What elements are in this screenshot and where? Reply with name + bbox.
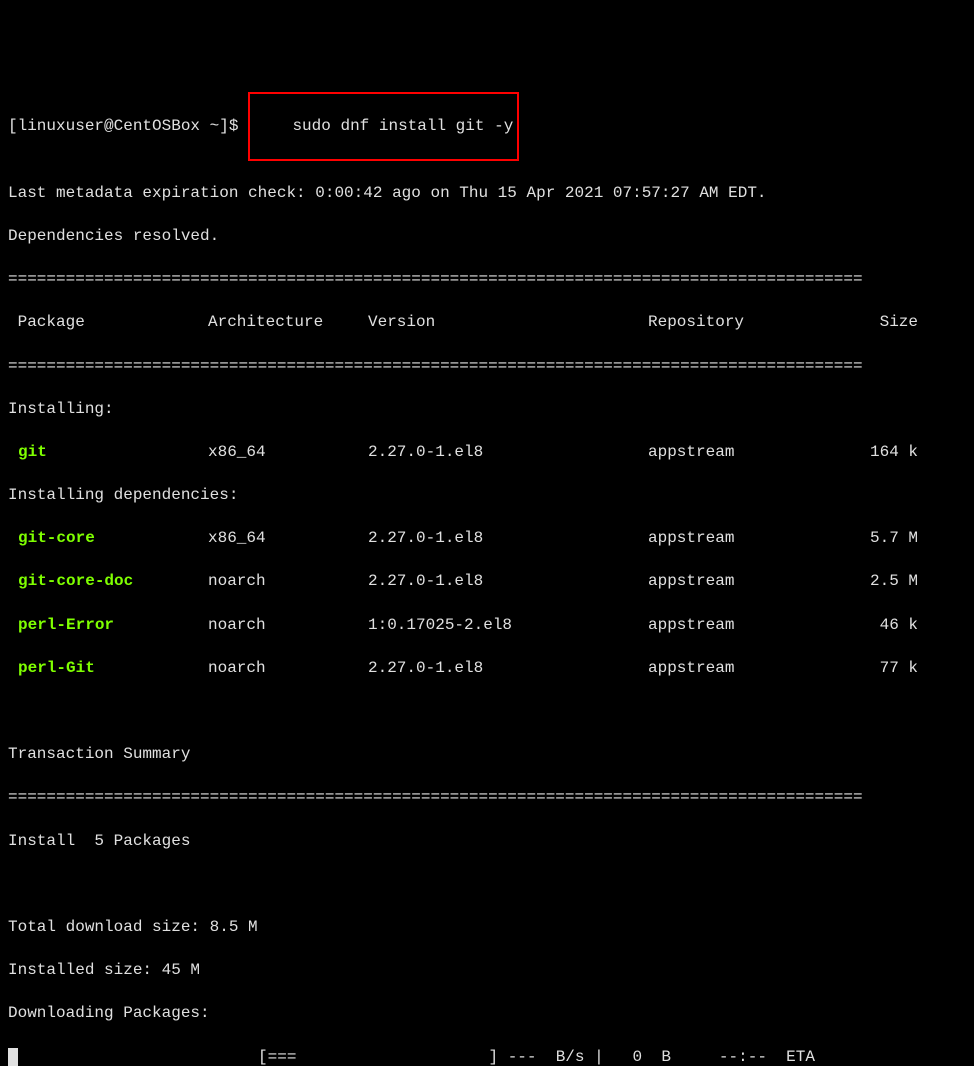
divider-summary: ========================================… [8,787,966,809]
package-name: git-core [18,529,95,547]
prompt-line: [linuxuser@CentOSBox ~]$ sudo dnf instal… [8,92,966,161]
package-arch: x86_64 [208,528,368,550]
package-arch: x86_64 [208,442,368,464]
header-architecture: Architecture [208,312,368,334]
package-size: 77 k [848,658,918,680]
package-row: git-core-doc noarch2.27.0-1.el8appstream2… [8,571,966,593]
package-arch: noarch [208,615,368,637]
package-version: 2.27.0-1.el8 [368,442,648,464]
blank-line [8,701,966,723]
command-text: sudo dnf install git -y [292,117,513,135]
package-repo: appstream [648,571,848,593]
package-size: 46 k [848,615,918,637]
package-row: git-core x86_642.27.0-1.el8appstream5.7 M [8,528,966,550]
package-repo: appstream [648,528,848,550]
deps-resolved-line: Dependencies resolved. [8,226,966,248]
progress-line: [=== ] --- B/s | 0 B --:-- ETA [8,1047,966,1066]
package-size: 5.7 M [848,528,918,550]
package-repo: appstream [648,615,848,637]
transaction-summary-label: Transaction Summary [8,744,966,766]
header-size: Size [848,312,918,334]
package-repo: appstream [648,658,848,680]
package-size: 2.5 M [848,571,918,593]
installing-label: Installing: [8,399,966,421]
header-version: Version [368,312,648,334]
command-highlight-box: sudo dnf install git -y [248,92,519,161]
package-size: 164 k [848,442,918,464]
total-download-size: Total download size: 8.5 M [8,917,966,939]
header-package: Package [8,312,208,334]
package-arch: noarch [208,571,368,593]
package-name: git-core-doc [18,572,133,590]
table-header: PackageArchitectureVersionRepositorySize [8,312,966,334]
downloading-label: Downloading Packages: [8,1003,966,1025]
progress-bar-right: ] --- B/s | 0 B --:-- ETA [488,1047,814,1066]
package-row: perl-Error noarch1:0.17025-2.el8appstream… [8,615,966,637]
divider-header: ========================================… [8,356,966,378]
package-version: 2.27.0-1.el8 [368,658,648,680]
package-version: 2.27.0-1.el8 [368,528,648,550]
shell-prompt: [linuxuser@CentOSBox ~]$ [8,116,248,138]
install-count: Install 5 Packages [8,831,966,853]
package-name: perl-Git [18,659,95,677]
package-repo: appstream [648,442,848,464]
divider-top: ========================================… [8,269,966,291]
progress-bar-left: [=== [258,1047,296,1066]
progress-spacer2 [296,1047,488,1066]
metadata-line: Last metadata expiration check: 0:00:42 … [8,183,966,205]
package-row: git x86_642.27.0-1.el8appstream164 k [8,442,966,464]
package-name: git [18,443,47,461]
installed-size: Installed size: 45 M [8,960,966,982]
package-version: 2.27.0-1.el8 [368,571,648,593]
installing-deps-label: Installing dependencies: [8,485,966,507]
package-row: perl-Git noarch2.27.0-1.el8appstream77 k [8,658,966,680]
progress-spacer [18,1047,258,1066]
package-version: 1:0.17025-2.el8 [368,615,648,637]
package-arch: noarch [208,658,368,680]
package-name: perl-Error [18,616,114,634]
header-repository: Repository [648,312,848,334]
cursor-block [8,1048,18,1066]
blank-line [8,874,966,896]
